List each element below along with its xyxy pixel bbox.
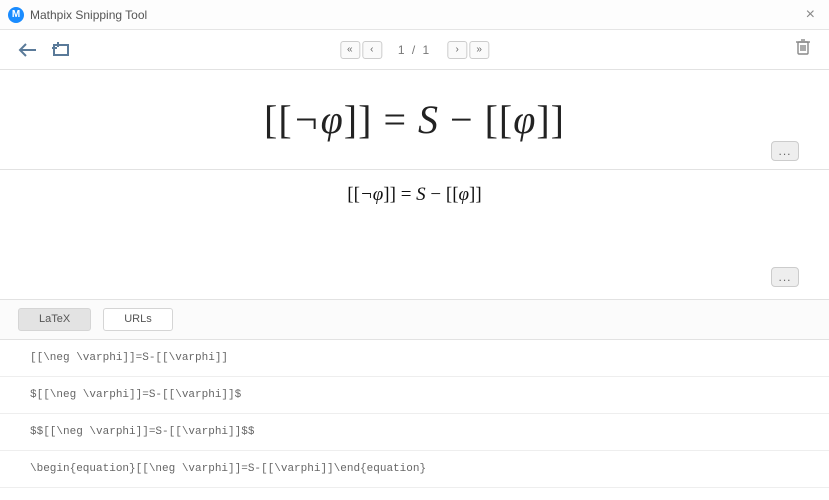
capture-screen-icon[interactable] <box>52 42 70 58</box>
next-page-button[interactable]: › <box>447 41 467 59</box>
app-logo-icon: M <box>8 7 24 23</box>
toolbar: « ‹ 1 / 1 › » <box>0 30 829 70</box>
captured-image-pane: [[¬φ]] = S − [[φ]] ... <box>0 70 829 170</box>
render-more-button[interactable]: ... <box>771 267 799 287</box>
output-tabs: LaTeX URLs <box>0 300 829 340</box>
app-title: Mathpix Snipping Tool <box>30 8 800 22</box>
prev-page-button[interactable]: ‹ <box>362 41 382 59</box>
output-row[interactable]: [[\neg \varphi]]=S-[[\varphi]] <box>0 340 829 377</box>
tab-latex[interactable]: LaTeX <box>18 308 91 331</box>
output-row[interactable]: $[[\neg \varphi]]=S-[[\varphi]]$ <box>0 377 829 414</box>
toolbar-right <box>795 38 811 61</box>
page-indicator: 1 / 1 <box>398 43 431 57</box>
output-list: [[\neg \varphi]]=S-[[\varphi]] $[[\neg \… <box>0 340 829 488</box>
rendered-equation: [[¬φ]] = S − [[φ]] <box>347 184 481 206</box>
rendered-output-pane: [[¬φ]] = S − [[φ]] ... <box>0 170 829 300</box>
last-page-button[interactable]: » <box>469 41 489 59</box>
page-navigation: « ‹ 1 / 1 › » <box>340 41 489 59</box>
output-row[interactable]: $$[[\neg \varphi]]=S-[[\varphi]]$$ <box>0 414 829 451</box>
tab-urls[interactable]: URLs <box>103 308 173 331</box>
titlebar: M Mathpix Snipping Tool × <box>0 0 829 30</box>
toolbar-left <box>18 42 70 58</box>
delete-icon[interactable] <box>795 38 811 61</box>
back-arrow-icon[interactable] <box>18 43 38 57</box>
first-page-button[interactable]: « <box>340 41 360 59</box>
capture-more-button[interactable]: ... <box>771 141 799 161</box>
output-row[interactable]: \begin{equation}[[\neg \varphi]]=S-[[\va… <box>0 451 829 488</box>
close-icon[interactable]: × <box>800 4 821 26</box>
captured-equation: [[¬φ]] = S − [[φ]] <box>264 96 565 143</box>
